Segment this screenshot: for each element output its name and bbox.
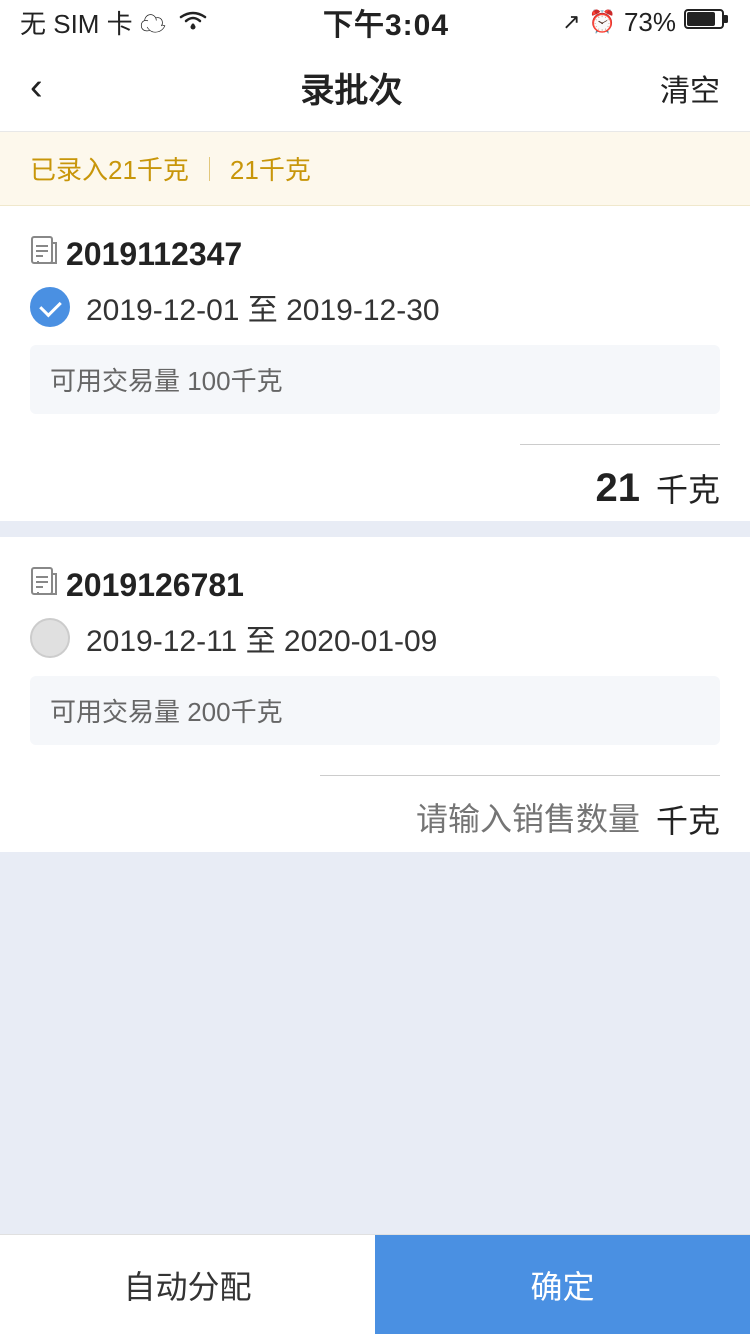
recorded-value: 21千克 [230, 150, 311, 187]
wifi-icon [176, 7, 210, 38]
batch-1-avail: 可用交易量 100千克 [30, 345, 720, 414]
section-divider [0, 521, 750, 537]
info-banner: 已录入21千克 21千克 [0, 132, 750, 206]
batch-2-header: 2019126781 [30, 567, 720, 604]
back-button[interactable]: ‹ [30, 66, 43, 109]
batch-2-date: 2019-12-11 至 2020-01-09 [86, 616, 437, 660]
alarm-icon: ⏰ [589, 9, 616, 35]
empty-area [0, 852, 750, 1252]
page-title: 录批次 [300, 63, 402, 112]
batch-2-icon [30, 567, 58, 604]
batch-item-1: 2019112347 2019-12-01 至 2019-12-30 可用交易量… [0, 206, 750, 444]
status-time: 下午3:04 [323, 0, 449, 44]
batch-1-id: 2019112347 [66, 236, 242, 273]
confirm-button[interactable]: 确定 [375, 1235, 750, 1334]
batch-2-input-row[interactable]: 千克 [0, 776, 750, 852]
batch-1-amount: 21 [595, 466, 640, 511]
batch-1-header: 2019112347 [30, 236, 720, 273]
batch-item-2: 2019126781 2019-12-11 至 2020-01-09 可用交易量… [0, 537, 750, 775]
status-left: 无 SIM 卡 ☁ [20, 4, 210, 41]
batch-card-1: 2019112347 2019-12-01 至 2019-12-30 可用交易量… [0, 206, 750, 521]
sim-label: 无 SIM 卡 ☁ [20, 4, 166, 41]
recorded-label: 已录入21千克 [30, 150, 189, 187]
batch-2-date-row[interactable]: 2019-12-11 至 2020-01-09 [30, 616, 720, 660]
status-bar: 无 SIM 卡 ☁ 下午3:04 ↗ ⏰ 73% [0, 0, 750, 44]
batch-1-date: 2019-12-01 至 2019-12-30 [86, 285, 440, 329]
quantity-input[interactable] [340, 801, 640, 838]
auto-distribute-button[interactable]: 自动分配 [0, 1235, 375, 1334]
batch-1-amount-row: 21 千克 [0, 445, 750, 521]
clear-button[interactable]: 清空 [660, 66, 720, 110]
battery-icon [684, 7, 730, 38]
batch-1-unit: 千克 [656, 465, 720, 511]
batch-2-avail: 可用交易量 200千克 [30, 676, 720, 745]
batch-1-radio[interactable] [30, 287, 70, 327]
banner-divider [209, 157, 210, 181]
status-right: ↗ ⏰ 73% [562, 7, 730, 38]
nav-bar: ‹ 录批次 清空 [0, 44, 750, 132]
battery-label: 73% [624, 7, 676, 38]
batch-2-unit: 千克 [656, 796, 720, 842]
batch-2-id: 2019126781 [66, 567, 244, 604]
location-icon: ↗ [562, 9, 580, 35]
bottom-actions: 自动分配 确定 [0, 1234, 750, 1334]
batch-1-date-row[interactable]: 2019-12-01 至 2019-12-30 [30, 285, 720, 329]
batch-card-2: 2019126781 2019-12-11 至 2020-01-09 可用交易量… [0, 537, 750, 852]
batch-2-radio[interactable] [30, 618, 70, 658]
batch-1-icon [30, 236, 58, 273]
